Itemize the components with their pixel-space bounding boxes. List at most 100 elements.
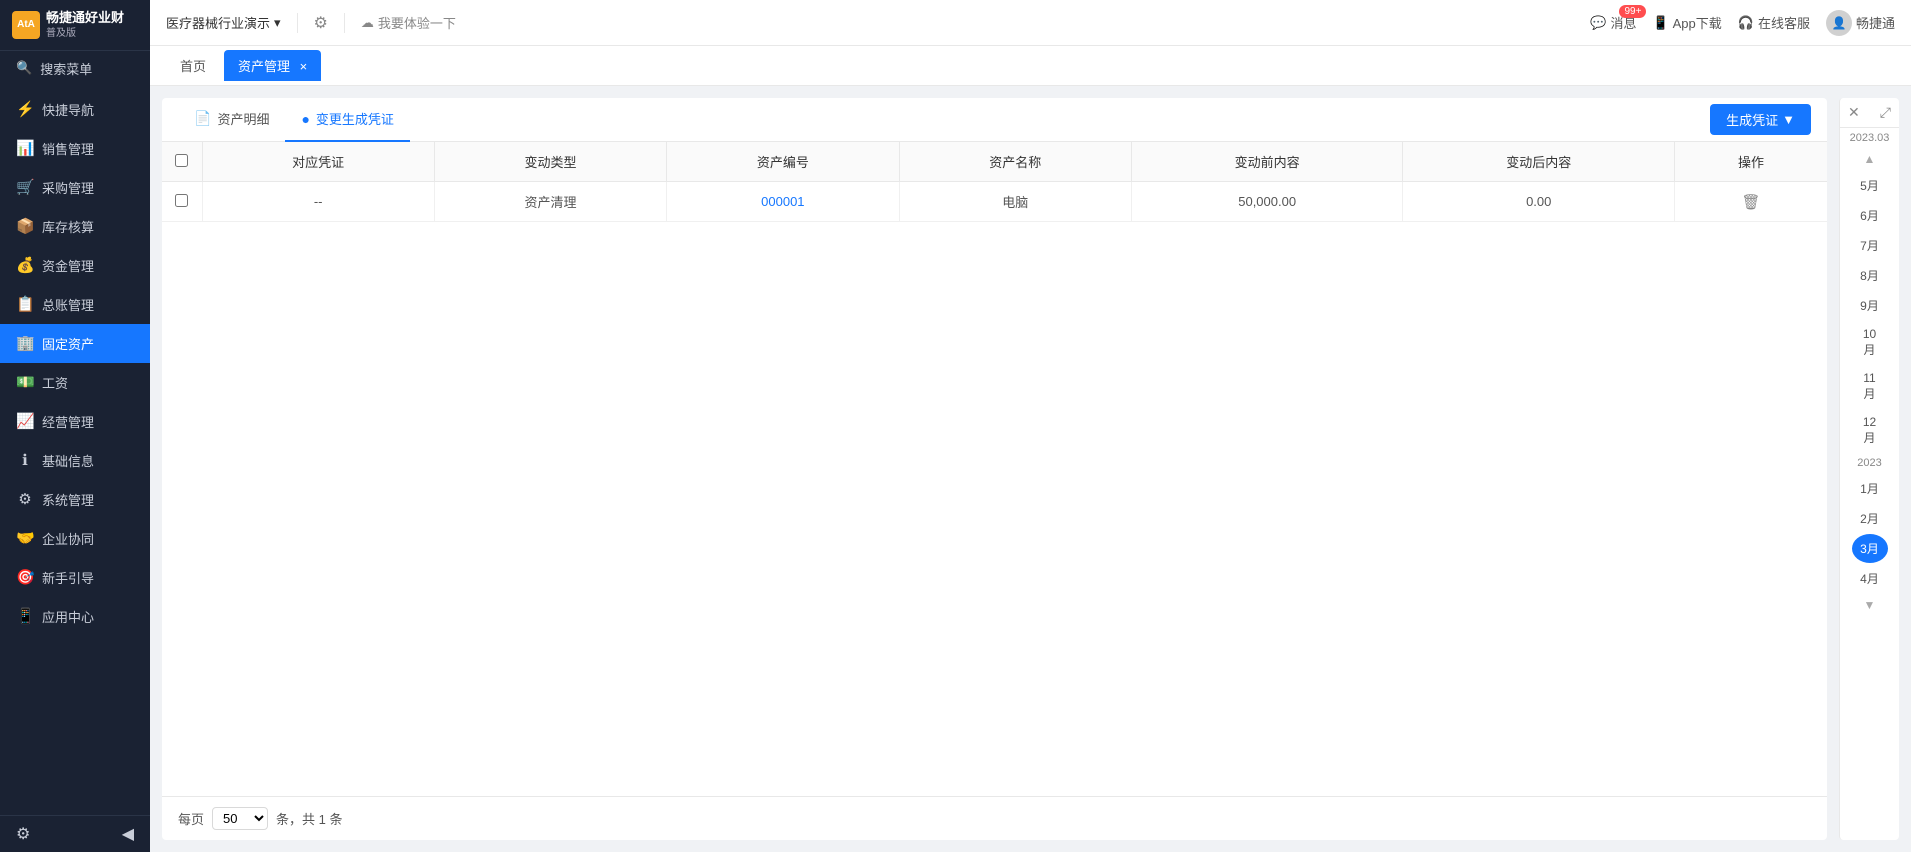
app-center-icon: 📱 — [16, 607, 34, 625]
sub-tab-asset-detail[interactable]: 📄 资产明细 — [178, 98, 285, 142]
sidebar-item-salary[interactable]: 💵 工资 — [0, 363, 150, 402]
avatar: 👤 — [1826, 10, 1852, 36]
col-voucher: 对应凭证 — [202, 142, 434, 182]
close-icon[interactable]: ✕ — [1848, 104, 1860, 121]
calendar-months-after: 1月2月3月4月 — [1840, 474, 1899, 593]
select-all-checkbox[interactable] — [175, 154, 188, 167]
sidebar-item-system[interactable]: ⚙ 系统管理 — [0, 480, 150, 519]
sidebar-item-operations[interactable]: 📈 经营管理 — [0, 402, 150, 441]
table-header-row: 对应凭证 变动类型 资产编号 资产名称 变动前内容 变动后内容 操作 — [162, 142, 1827, 182]
row-checkbox[interactable] — [175, 194, 188, 207]
user-info[interactable]: 👤 畅捷通 — [1826, 10, 1895, 36]
collapse-icon[interactable]: ◀ — [122, 824, 134, 844]
expand-icon[interactable]: ⤢ — [1880, 104, 1891, 121]
logo-icon: AtA — [12, 11, 40, 39]
topbar-divider — [297, 13, 298, 33]
dropdown-arrow-icon: ▼ — [1782, 112, 1795, 127]
asset-detail-icon: 📄 — [194, 110, 211, 127]
header-checkbox-cell — [162, 142, 202, 182]
message-icon: 💬 — [1590, 15, 1606, 31]
sidebar-item-inventory[interactable]: 📦 库存核算 — [0, 207, 150, 246]
col-asset-code: 资产编号 — [667, 142, 899, 182]
calendar-month[interactable]: 7月 — [1852, 231, 1888, 260]
sidebar-item-finance[interactable]: 💰 资金管理 — [0, 246, 150, 285]
basic-info-icon: ℹ — [16, 451, 34, 469]
col-before: 变动前内容 — [1131, 142, 1403, 182]
calendar-month[interactable]: 3月 — [1852, 534, 1888, 563]
calendar-month[interactable]: 1月 — [1852, 474, 1888, 503]
app-download-button[interactable]: 📱 App下载 — [1652, 13, 1721, 32]
sidebar-item-sales[interactable]: 📊 销售管理 — [0, 129, 150, 168]
sidebar-item-quick-nav[interactable]: ⚡ 快捷导航 — [0, 90, 150, 129]
messages-badge: 99+ — [1619, 5, 1646, 18]
sub-tabs: 📄 资产明细 ● 变更生成凭证 生成凭证 ▼ — [162, 98, 1827, 142]
sidebar-item-basic-info[interactable]: ℹ 基础信息 — [0, 441, 150, 480]
tab-asset-management[interactable]: 资产管理 × — [224, 50, 321, 81]
page-size-select[interactable]: 50 10 20 100 — [212, 807, 268, 830]
col-after: 变动后内容 — [1403, 142, 1675, 182]
calendar-month[interactable]: 12月 — [1852, 409, 1888, 452]
calendar-month[interactable]: 8月 — [1852, 261, 1888, 290]
logo-text: 畅捷通好业财 普及版 — [46, 10, 124, 40]
pagination: 每页 50 10 20 100 条，共 1 条 — [162, 796, 1827, 840]
online-service-button[interactable]: 🎧 在线客服 — [1738, 13, 1810, 32]
sidebar-item-fixed-assets[interactable]: 🏢 固定资产 — [0, 324, 150, 363]
messages-button[interactable]: 💬 消息 99+ — [1590, 13, 1636, 32]
calendar-month[interactable]: 10月 — [1852, 321, 1888, 364]
delete-icon[interactable]: 🗑 — [1741, 194, 1760, 211]
ledger-icon: 📋 — [16, 295, 34, 313]
generate-voucher-icon: ● — [301, 111, 309, 127]
headset-icon: 🎧 — [1738, 15, 1754, 31]
calendar-month[interactable]: 5月 — [1852, 171, 1888, 200]
sidebar-item-ledger[interactable]: 📋 总账管理 — [0, 285, 150, 324]
row-action: 🗑 — [1675, 182, 1827, 222]
experience-button[interactable]: ☁ 我要体验一下 — [361, 13, 456, 32]
content-area: 📄 资产明细 ● 变更生成凭证 生成凭证 ▼ — [150, 86, 1911, 852]
topbar-gear-icon[interactable]: ⚙ — [314, 13, 328, 33]
right-panel-header: ✕ ⤢ — [1840, 98, 1899, 128]
calendar-month[interactable]: 2月 — [1852, 504, 1888, 533]
fixed-assets-icon: 🏢 — [16, 334, 34, 352]
operations-icon: 📈 — [16, 412, 34, 430]
row-before: 50,000.00 — [1131, 182, 1403, 222]
calendar-scroll-down[interactable]: ▼ — [1840, 594, 1899, 616]
main-card: 📄 资产明细 ● 变更生成凭证 生成凭证 ▼ — [162, 98, 1827, 840]
sidebar-item-app-center[interactable]: 📱 应用中心 — [0, 597, 150, 636]
calendar-month[interactable]: 6月 — [1852, 201, 1888, 230]
row-checkbox-cell — [162, 182, 202, 222]
sidebar-item-enterprise[interactable]: 🤝 企业协同 — [0, 519, 150, 558]
row-after: 0.00 — [1403, 182, 1675, 222]
app-logo: AtA 畅捷通好业财 普及版 — [0, 0, 150, 51]
search-menu-button[interactable]: 🔍 搜索菜单 — [0, 51, 150, 86]
guide-icon: 🎯 — [16, 568, 34, 586]
sidebar-nav: ⚡ 快捷导航 📊 销售管理 🛒 采购管理 📦 库存核算 💰 资金管理 📋 总账管… — [0, 86, 150, 815]
phone-icon: 📱 — [1652, 15, 1668, 31]
quick-nav-icon: ⚡ — [16, 100, 34, 118]
purchase-icon: 🛒 — [16, 178, 34, 196]
sales-icon: 📊 — [16, 139, 34, 157]
calendar-scroll-up[interactable]: ▲ — [1840, 148, 1899, 170]
row-change-type: 资产清理 — [434, 182, 666, 222]
search-icon: 🔍 — [16, 60, 32, 76]
finance-icon: 💰 — [16, 256, 34, 274]
col-change-type: 变动类型 — [434, 142, 666, 182]
sidebar-item-guide[interactable]: 🎯 新手引导 — [0, 558, 150, 597]
col-asset-name: 资产名称 — [899, 142, 1131, 182]
sidebar: AtA 畅捷通好业财 普及版 🔍 搜索菜单 ⚡ 快捷导航 📊 销售管理 🛒 采购… — [0, 0, 150, 852]
settings-footer-icon[interactable]: ⚙ — [16, 824, 30, 844]
calendar-months-before: 5月6月7月8月9月10月11月12月 — [1840, 171, 1899, 452]
tabs-bar: 首页 资产管理 × — [150, 46, 1911, 86]
calendar-month[interactable]: 9月 — [1852, 291, 1888, 320]
sub-tab-generate-voucher[interactable]: ● 变更生成凭证 — [285, 98, 409, 142]
calendar-month[interactable]: 4月 — [1852, 564, 1888, 593]
tab-home[interactable]: 首页 — [166, 50, 220, 81]
company-selector[interactable]: 医疗器械行业演示 ▾ — [166, 13, 281, 32]
calendar-month[interactable]: 11月 — [1852, 365, 1888, 408]
topbar-right: 💬 消息 99+ 📱 App下载 🎧 在线客服 👤 畅捷通 — [1590, 10, 1895, 36]
generate-voucher-button[interactable]: 生成凭证 ▼ — [1710, 104, 1811, 135]
calendar-year-label: 2023 — [1840, 453, 1899, 473]
sidebar-item-purchase[interactable]: 🛒 采购管理 — [0, 168, 150, 207]
sidebar-footer: ⚙ ◀ — [0, 815, 150, 852]
tab-close-icon[interactable]: × — [300, 59, 308, 74]
main-area: 医疗器械行业演示 ▾ ⚙ ☁ 我要体验一下 💬 消息 99+ 📱 App下载 🎧… — [150, 0, 1911, 852]
